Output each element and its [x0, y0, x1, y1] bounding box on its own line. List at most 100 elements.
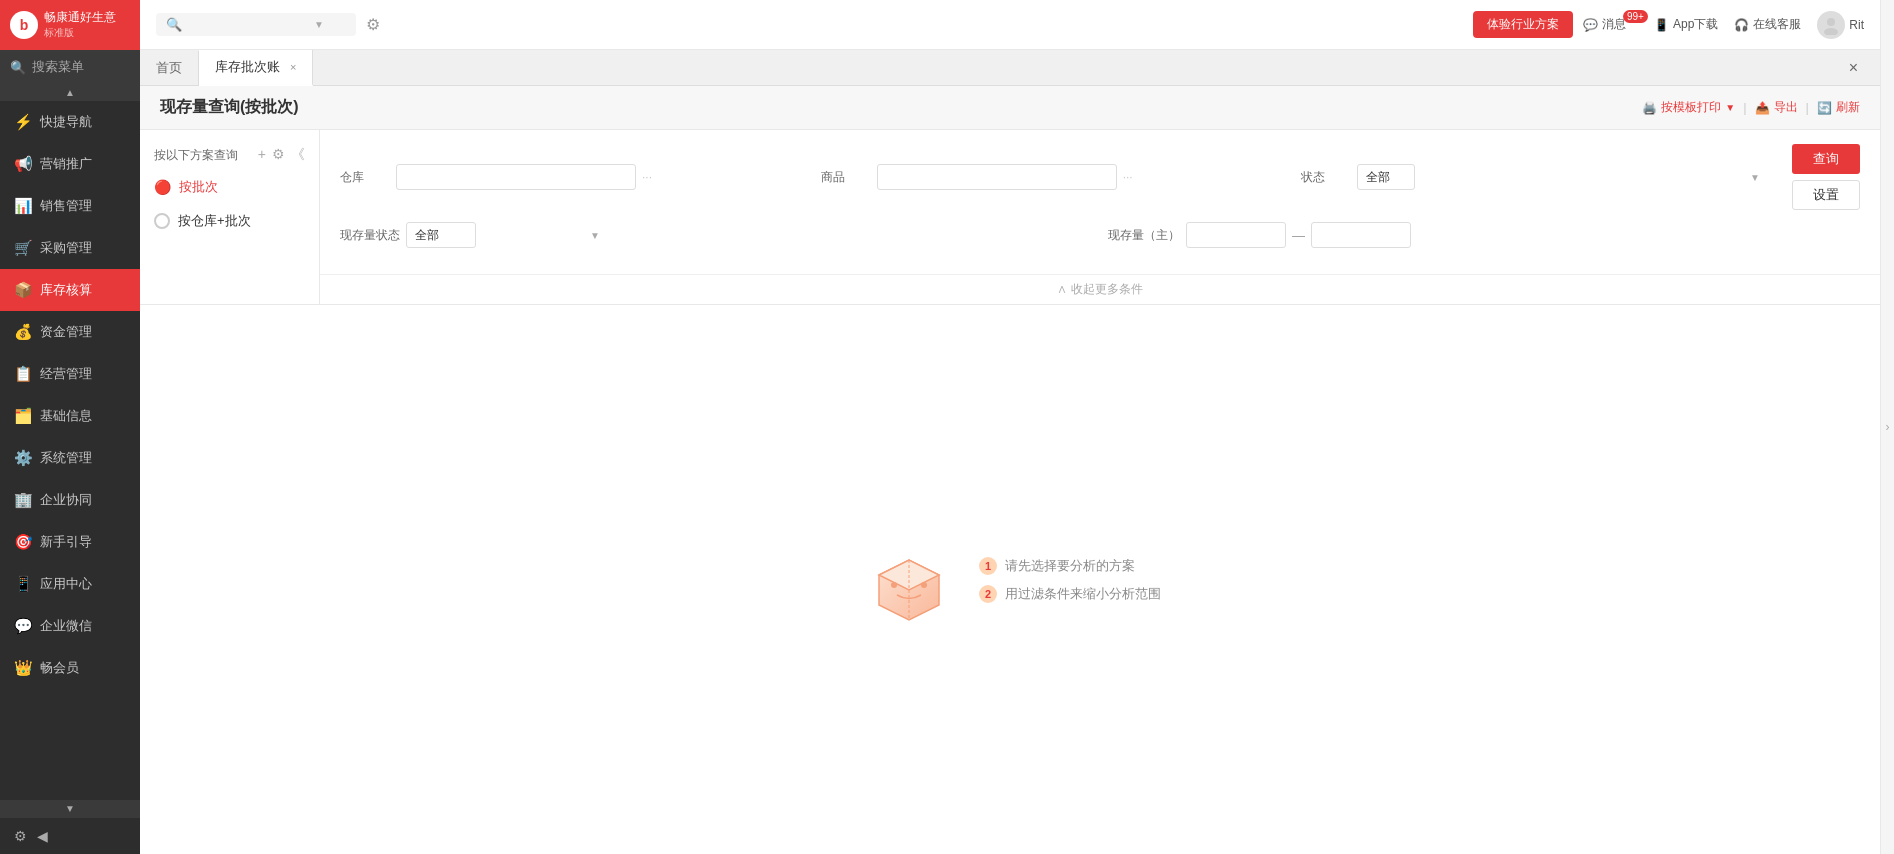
sidebar-item-wechat[interactable]: 💬 企业微信 — [0, 605, 140, 647]
filter-panel: 按以下方案查询 + ⚙ 《 🔴 按批次 按仓库+批次 — [140, 130, 1880, 305]
sidebar-item-label: 应用中心 — [40, 575, 92, 593]
sidebar-item-finance[interactable]: 💰 资金管理 — [0, 311, 140, 353]
tab-inventory-batch[interactable]: 库存批次账 × — [199, 50, 313, 86]
refresh-button[interactable]: 🔄 刷新 — [1817, 99, 1860, 116]
company-name: 畅康通好生意 — [44, 10, 116, 26]
tab-close-button[interactable]: × — [290, 61, 296, 73]
tab-home[interactable]: 首页 — [140, 51, 199, 85]
filter-sidebar-actions: + ⚙ 《 — [258, 146, 305, 164]
enterprise-icon: 🏢 — [14, 491, 32, 509]
inventory-icon: 📦 — [14, 281, 32, 299]
sidebar-item-label: 销售管理 — [40, 197, 92, 215]
app-edition: 标准版 — [44, 26, 116, 40]
range-separator: — — [1292, 228, 1305, 243]
headset-icon: 🎧 — [1734, 18, 1749, 32]
purchase-icon: 🛒 — [14, 239, 32, 257]
print-icon: 🖨️ — [1642, 101, 1657, 115]
filter-actions: 查询 设置 — [1782, 144, 1860, 210]
main-area: 🔍 ▼ ⚙ 体验行业方案 💬 消息 99+ 📱 App下载 🎧 在线客服 — [140, 0, 1880, 854]
sidebar-item-enterprise[interactable]: 🏢 企业协同 — [0, 479, 140, 521]
sidebar-scroll-down[interactable]: ▼ — [0, 800, 140, 817]
industry-solution-button[interactable]: 体验行业方案 — [1473, 11, 1573, 38]
product-more-icon[interactable]: ··· — [1123, 170, 1133, 184]
sidebar-item-member[interactable]: 👑 畅会员 — [0, 647, 140, 689]
filter-scheme-sidebar: 按以下方案查询 + ⚙ 《 🔴 按批次 按仓库+批次 — [140, 130, 320, 304]
sidebar-item-label: 营销推广 — [40, 155, 92, 173]
warehouse-input[interactable] — [396, 164, 636, 190]
topbar-search-input[interactable] — [188, 18, 308, 32]
sidebar-item-label: 系统管理 — [40, 449, 92, 467]
status-select-input[interactable]: 全部 在库 出库 — [1357, 164, 1415, 190]
status-select[interactable]: 全部 在库 出库 ▼ — [1357, 164, 1766, 190]
sidebar-item-marketing[interactable]: 📢 营销推广 — [0, 143, 140, 185]
sidebar-scroll-up[interactable]: ▲ — [0, 84, 140, 101]
notifications-button[interactable]: 💬 消息 99+ — [1583, 16, 1638, 33]
export-button[interactable]: 📤 导出 — [1755, 99, 1798, 116]
topbar-dropdown-icon[interactable]: ▼ — [314, 19, 324, 30]
app-download-label: App下载 — [1673, 16, 1718, 33]
filter-option-by-batch[interactable]: 🔴 按批次 — [140, 170, 319, 204]
query-button[interactable]: 查询 — [1792, 144, 1860, 174]
message-icon: 💬 — [1583, 18, 1598, 32]
appstore-icon: 📱 — [14, 575, 32, 593]
sidebar-item-label: 库存核算 — [40, 281, 92, 299]
app-download-button[interactable]: 📱 App下载 — [1654, 16, 1718, 33]
settings-icon[interactable]: ⚙ — [14, 828, 27, 844]
stock-qty-max-input[interactable] — [1311, 222, 1411, 248]
sidebar-item-purchase[interactable]: 🛒 采购管理 — [0, 227, 140, 269]
sidebar-item-label: 基础信息 — [40, 407, 92, 425]
stock-status-select-input[interactable]: 全部 有库存 无库存 — [406, 222, 476, 248]
sidebar-item-shortcuts[interactable]: ⚡ 快捷导航 — [0, 101, 140, 143]
sidebar-item-label: 企业协同 — [40, 491, 92, 509]
tip-text-1: 请先选择要分析的方案 — [1005, 557, 1135, 575]
filter-add-button[interactable]: + — [258, 146, 266, 164]
member-icon: 👑 — [14, 659, 32, 677]
sidebar-nav: ⚡ 快捷导航 📢 营销推广 📊 销售管理 🛒 采购管理 📦 库存核算 💰 资金管… — [0, 101, 140, 800]
product-input[interactable] — [877, 164, 1117, 190]
stock-status-select[interactable]: 全部 有库存 无库存 ▼ — [406, 222, 606, 248]
page-actions: 🖨️ 按模板打印 ▼ | 📤 导出 | 🔄 刷新 — [1642, 99, 1860, 116]
filter-form: 仓库 ··· 商品 ··· 状态 — [320, 130, 1880, 274]
tabbar: 首页 库存批次账 × × — [140, 50, 1880, 86]
filter-field-status: 状态 全部 在库 出库 ▼ — [1301, 164, 1766, 190]
tip-number-2: 2 — [979, 585, 997, 603]
sidebar-item-inventory[interactable]: 📦 库存核算 — [0, 269, 140, 311]
topbar-search-icon: 🔍 — [166, 17, 182, 32]
print-template-button[interactable]: 🖨️ 按模板打印 ▼ — [1642, 99, 1735, 116]
collapse-icon[interactable]: ◀ — [37, 828, 48, 844]
search-icon: 🔍 — [10, 60, 26, 75]
stock-qty-min-input[interactable] — [1186, 222, 1286, 248]
warehouse-more-icon[interactable]: ··· — [642, 170, 652, 184]
empty-tips: 1 请先选择要分析的方案 2 用过滤条件来缩小分析范围 — [979, 557, 1161, 603]
right-collapse-handle[interactable]: › — [1880, 0, 1894, 854]
page-header: 现存量查询(按批次) 🖨️ 按模板打印 ▼ | 📤 导出 | 🔄 刷新 — [140, 86, 1880, 130]
marketing-icon: 📢 — [14, 155, 32, 173]
sidebar-search-label: 搜索菜单 — [32, 58, 84, 76]
avatar — [1817, 11, 1845, 39]
finance-icon: 💰 — [14, 323, 32, 341]
filter-collapse-row[interactable]: ∧ 收起更多条件 — [320, 274, 1880, 304]
refresh-icon: 🔄 — [1817, 101, 1832, 115]
sidebar-item-system[interactable]: ⚙️ 系统管理 — [0, 437, 140, 479]
filter-settings-button[interactable]: ⚙ — [272, 146, 285, 164]
svg-point-5 — [891, 582, 897, 588]
sidebar-item-sales[interactable]: 📊 销售管理 — [0, 185, 140, 227]
online-service-button[interactable]: 🎧 在线客服 — [1734, 16, 1801, 33]
topbar-search-area[interactable]: 🔍 ▼ — [156, 13, 356, 36]
sidebar-item-appstore[interactable]: 📱 应用中心 — [0, 563, 140, 605]
sidebar-brand: 畅康通好生意 标准版 — [44, 10, 116, 40]
tab-panel-close-button[interactable]: × — [1837, 51, 1870, 85]
filter-collapse-button[interactable]: 《 — [291, 146, 305, 164]
settings-button[interactable]: 设置 — [1792, 180, 1860, 210]
topbar-gear-icon[interactable]: ⚙ — [366, 15, 380, 34]
sidebar-item-operations[interactable]: 📋 经营管理 — [0, 353, 140, 395]
sidebar-item-basic[interactable]: 🗂️ 基础信息 — [0, 395, 140, 437]
user-menu[interactable]: Rit — [1817, 11, 1864, 39]
svg-point-1 — [1824, 28, 1838, 35]
sidebar-search[interactable]: 🔍 搜索菜单 — [0, 50, 140, 84]
sidebar-item-newbie[interactable]: 🎯 新手引导 — [0, 521, 140, 563]
svg-point-6 — [921, 582, 927, 588]
stock-status-dropdown-icon: ▼ — [590, 230, 600, 241]
collapse-label: ∧ 收起更多条件 — [1057, 282, 1142, 296]
filter-option-by-warehouse-batch[interactable]: 按仓库+批次 — [140, 204, 319, 238]
